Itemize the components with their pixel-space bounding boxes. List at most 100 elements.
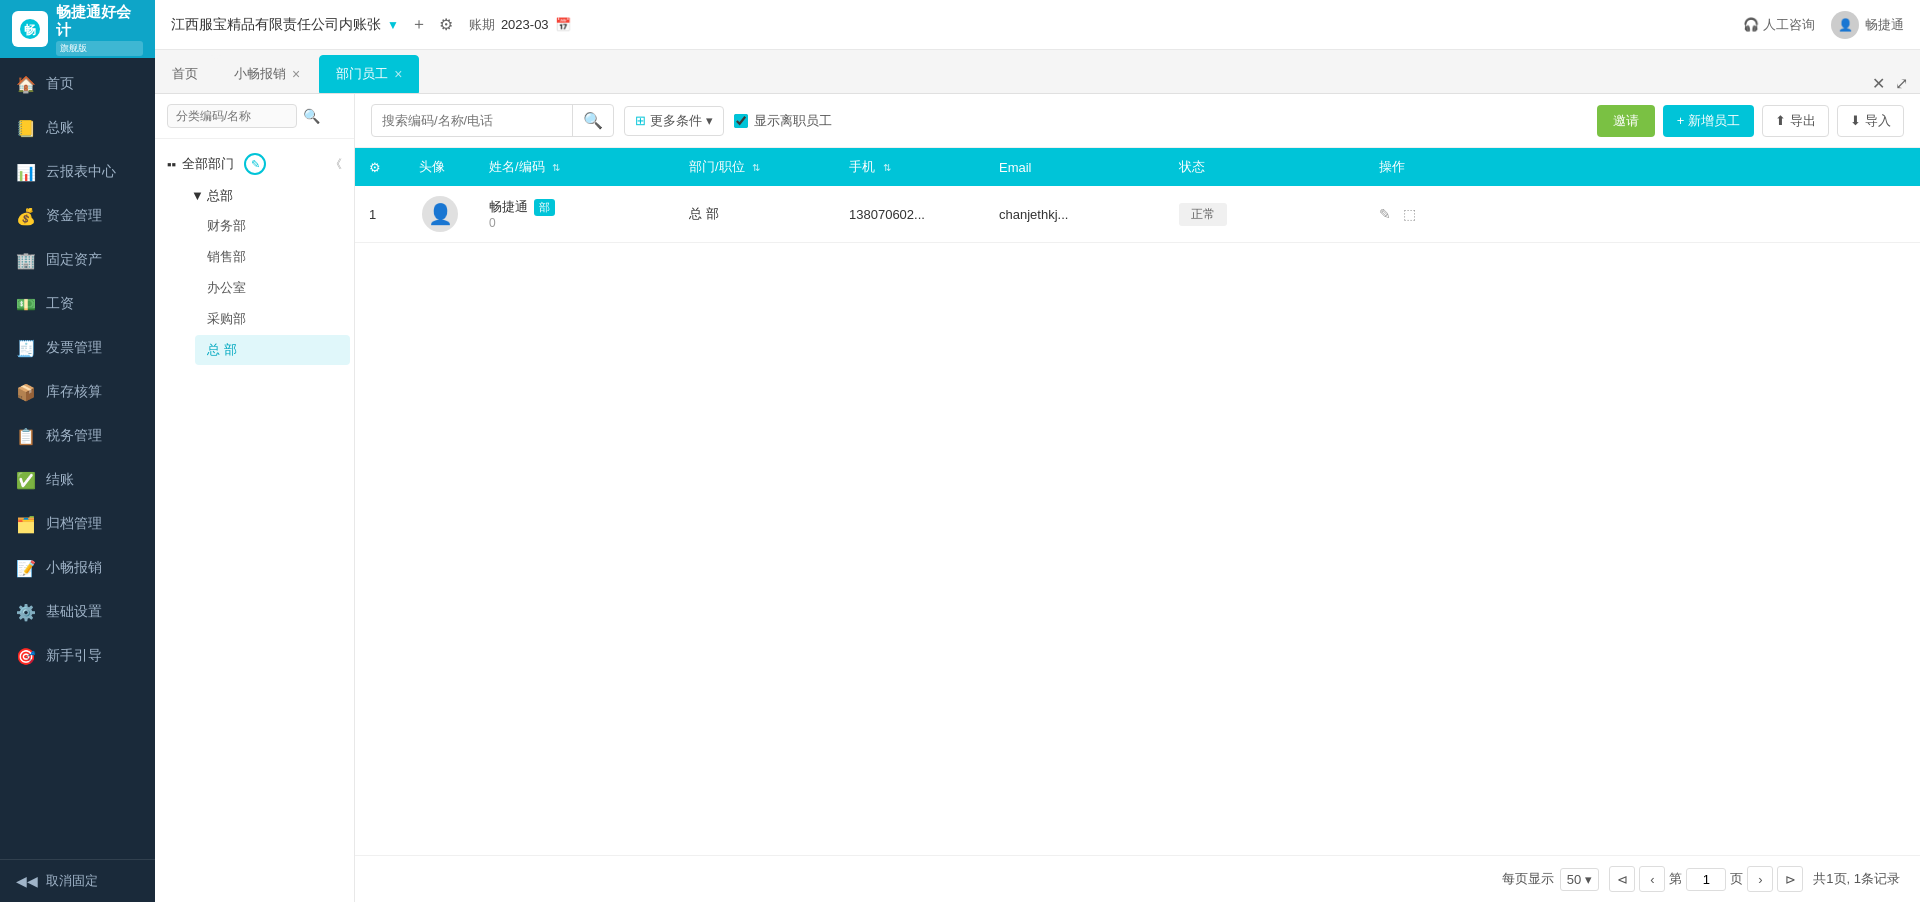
dept-search-icon[interactable]: 🔍 [303,108,320,124]
sidebar-item-assets[interactable]: 🏢 固定资产 [0,238,155,282]
dept-node-bangongshi[interactable]: 办公室 [195,273,350,303]
dept-tree: ▪▪ 全部部门 ✎ 《 ▼ 总部 财务部 销售部 办公室 采购部 总 部 [155,139,354,902]
sidebar-item-archive[interactable]: 🗂️ 归档管理 [0,502,155,546]
dept-node-xiaoshoubu[interactable]: 销售部 [195,242,350,272]
dept-node-zongbu[interactable]: ▼ 总部 [179,182,350,210]
import-label: 导入 [1865,112,1891,130]
avatar: 👤 [1831,11,1859,39]
dept-search-input[interactable] [167,104,297,128]
tab-close-all-icon[interactable]: ✕ [1872,74,1885,93]
period-label: 账期 [469,16,495,34]
topbar-settings-icon[interactable]: ⚙ [439,15,453,34]
edit-employee-button[interactable]: ✎ [1379,206,1391,222]
tab-xiaochangbao-close[interactable]: × [292,66,300,82]
pagesize-selector: 每页显示 50 ▾ [1502,868,1599,891]
calendar-icon[interactable]: 📅 [555,17,571,32]
sidebar-item-label: 基础设置 [46,603,102,621]
sidebar-item-xiaochangbao[interactable]: 📝 小畅报销 [0,546,155,590]
ledger-icon: 📒 [16,118,36,138]
sidebar-item-label: 归档管理 [46,515,102,533]
collapse-icon[interactable]: 《 [330,156,342,173]
export-label: 导出 [1790,112,1816,130]
employee-search-input[interactable] [372,108,572,133]
sidebar-item-label: 总账 [46,119,74,137]
tab-xiaochangbao[interactable]: 小畅报销 × [217,55,317,93]
col-name[interactable]: 姓名/编码 ⇅ [475,148,675,186]
dept-node-caigoubu[interactable]: 采购部 [195,304,350,334]
sidebar-item-label: 云报表中心 [46,163,116,181]
sidebar-item-payroll[interactable]: 💵 工资 [0,282,155,326]
pagesize-label: 每页显示 [1502,870,1554,888]
topbar: 江西服宝精品有限责任公司内账张 ▼ ＋ ⚙ 账期 2023-03 📅 🎧 人工咨… [155,0,1920,50]
row-name-cell: 畅捷通 部 0 [475,186,675,243]
col-name-sort-icon: ⇅ [552,162,560,173]
employee-table-wrap: ⚙ 头像 姓名/编码 ⇅ 部门/职位 ⇅ 手机 [355,148,1920,855]
tab-deptemployee[interactable]: 部门员工 × [319,55,419,93]
sidebar-item-checkout[interactable]: ✅ 结账 [0,458,155,502]
toolbar-right: 邀请 + 新增员工 ⬆ 导出 ⬇ 导入 [1597,105,1904,137]
row-status: 正常 [1165,186,1365,243]
col-email: Email [985,148,1165,186]
logo-icon: 畅 [12,11,48,47]
tab-fullscreen-icon[interactable]: ⤢ [1895,74,1908,93]
new-employee-button[interactable]: + 新增员工 [1663,105,1754,137]
next-page-button[interactable]: › [1747,866,1773,892]
svg-text:畅: 畅 [24,23,36,37]
topbar-user[interactable]: 👤 畅捷通 [1831,11,1904,39]
col-status: 状态 [1165,148,1365,186]
sidebar-item-home[interactable]: 🏠 首页 [0,62,155,106]
add-company-icon[interactable]: ＋ [411,14,427,35]
invoice-icon: 🧾 [16,338,36,358]
consult-button[interactable]: 🎧 人工咨询 [1743,16,1815,34]
sidebar-item-funds[interactable]: 💰 资金管理 [0,194,155,238]
tabbar-right: ✕ ⤢ [1872,74,1920,93]
more-filter-button[interactable]: ⊞ 更多条件 ▾ [624,106,724,136]
invite-button[interactable]: 邀请 [1597,105,1655,137]
sidebar-item-tax[interactable]: 📋 税务管理 [0,414,155,458]
show-resigned-checkbox[interactable] [734,114,748,128]
sidebar-item-ledger[interactable]: 📒 总账 [0,106,155,150]
logo-badge: 旗舰版 [56,41,143,56]
show-resigned-label: 显示离职员工 [754,112,832,130]
col-settings[interactable]: ⚙ [355,148,405,186]
logout-employee-button[interactable]: ⬚ [1403,206,1416,222]
period-value: 2023-03 [501,17,549,32]
pagesize-select[interactable]: 50 ▾ [1560,868,1599,891]
col-phone[interactable]: 手机 ⇅ [835,148,985,186]
sidebar-cancel-fixed[interactable]: ◀◀ 取消固定 [0,859,155,902]
last-page-button[interactable]: ⊳ [1777,866,1803,892]
page-label: 第 [1669,870,1682,888]
tab-deptemployee-close[interactable]: × [394,66,402,82]
checkout-icon: ✅ [16,470,36,490]
sidebar-item-reports[interactable]: 📊 云报表中心 [0,150,155,194]
page-nav: ⊲ ‹ 第 1 页 › ⊳ [1609,866,1803,892]
export-button[interactable]: ⬆ 导出 [1762,105,1829,137]
archive-icon: 🗂️ [16,514,36,534]
edit-dept-icon[interactable]: ✎ [244,153,266,175]
first-page-button[interactable]: ⊲ [1609,866,1635,892]
sidebar-item-guide[interactable]: 🎯 新手引导 [0,634,155,678]
sidebar-item-label: 资金管理 [46,207,102,225]
sidebar-item-settings[interactable]: ⚙️ 基础设置 [0,590,155,634]
sidebar-item-inventory[interactable]: 📦 库存核算 [0,370,155,414]
show-resigned-checkbox-label[interactable]: 显示离职员工 [734,112,832,130]
dept-node-caiwubu[interactable]: 财务部 [195,211,350,241]
main-area: 江西服宝精品有限责任公司内账张 ▼ ＋ ⚙ 账期 2023-03 📅 🎧 人工咨… [155,0,1920,902]
col-dept[interactable]: 部门/职位 ⇅ [675,148,835,186]
action-buttons: ✎ ⬚ [1379,206,1906,222]
headset-icon: 🎧 [1743,17,1759,32]
right-panel: 🔍 ⊞ 更多条件 ▾ 显示离职员工 邀请 + 新增员工 ⬆ 导出 [355,94,1920,902]
employee-search-icon[interactable]: 🔍 [572,105,613,136]
employee-name: 畅捷通 [489,198,528,216]
company-dropdown-icon[interactable]: ▼ [387,18,399,32]
sidebar-item-invoice[interactable]: 🧾 发票管理 [0,326,155,370]
page-input[interactable]: 1 [1686,868,1726,891]
import-button[interactable]: ⬇ 导入 [1837,105,1904,137]
sidebar-item-label: 发票管理 [46,339,102,357]
all-dept-header[interactable]: ▪▪ 全部部门 ✎ 《 [155,147,354,181]
tab-home[interactable]: 首页 [155,55,215,93]
prev-page-button[interactable]: ‹ [1639,866,1665,892]
content-area: 🔍 ▪▪ 全部部门 ✎ 《 ▼ 总部 财务部 销售部 办公室 采购部 总 [155,94,1920,902]
sidebar-footer-label: 取消固定 [46,872,98,890]
dept-node-zongbu-sub[interactable]: 总 部 [195,335,350,365]
